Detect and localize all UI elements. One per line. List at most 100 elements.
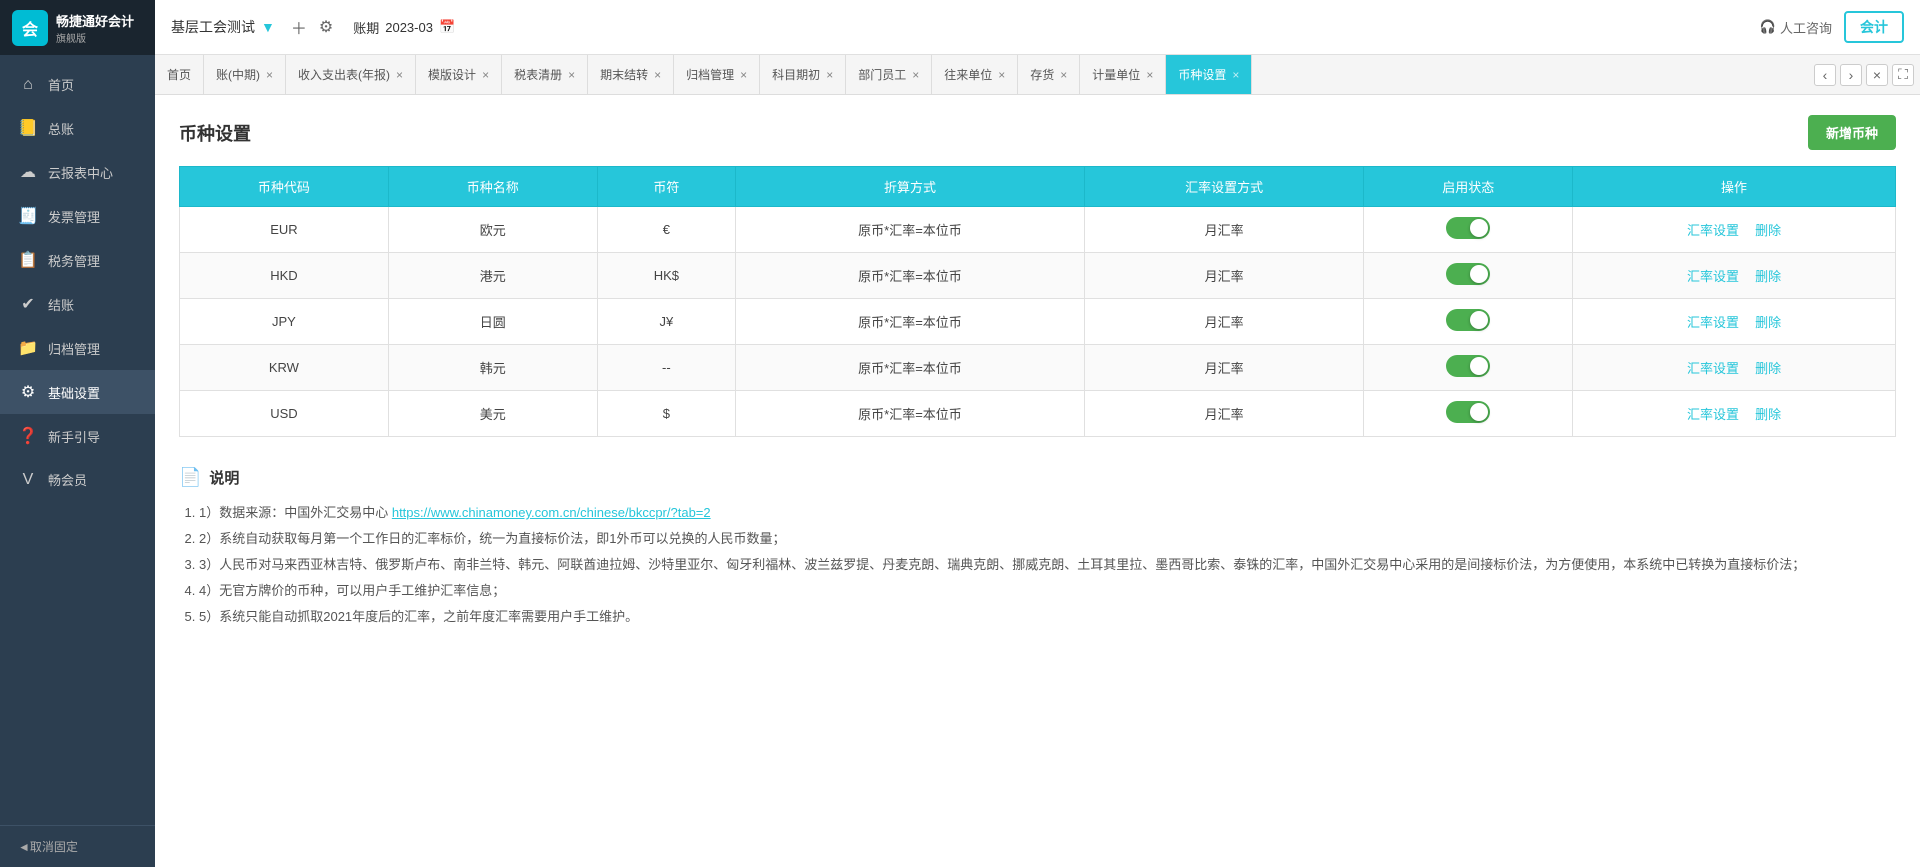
logo-main: 畅捷通好会计 [56, 11, 134, 30]
tab-home[interactable]: 首页 [155, 55, 204, 95]
delete-link-0[interactable]: 删除 [1755, 223, 1781, 238]
tab-label-contacts: 往来单位 [944, 66, 992, 83]
sidebar-item-home[interactable]: ⌂首页 [0, 63, 155, 106]
tab-tax-clearance[interactable]: 税表清册 × [502, 55, 588, 95]
tab-close-dept-staff[interactable]: × [912, 68, 919, 82]
table-cell-1-actions: 汇率设置 删除 [1573, 253, 1896, 299]
rate-settings-link-0[interactable]: 汇率设置 [1687, 223, 1739, 238]
tab-close-all-button[interactable]: × [1866, 64, 1888, 86]
tab-label-currency: 币种设置 [1178, 66, 1226, 83]
toggle-1[interactable] [1446, 263, 1490, 285]
topbar: 基层工会测试 ▼ ＋ ⚙ 账期 2023-03 📅 🎧 人工咨询 会计 [155, 0, 1920, 55]
tab-close-subject-init[interactable]: × [826, 68, 833, 82]
sidebar-item-checkout[interactable]: ✔结账 [0, 282, 155, 326]
tabbar-nav: ‹ › × ⛶ [1808, 64, 1920, 86]
rate-settings-link-3[interactable]: 汇率设置 [1687, 361, 1739, 376]
tab-label-template: 模版设计 [428, 66, 476, 83]
table-cell-1-0: HKD [180, 253, 389, 299]
sidebar-item-invoice[interactable]: 🧾发票管理 [0, 194, 155, 238]
toggle-0[interactable] [1446, 217, 1490, 239]
project-selector[interactable]: 基层工会测试 ▼ [171, 17, 275, 37]
tab-close-interim[interactable]: × [266, 68, 273, 82]
table-cell-4-0: USD [180, 391, 389, 437]
toggle-4[interactable] [1446, 401, 1490, 423]
tab-unit[interactable]: 计量单位 × [1080, 55, 1166, 95]
tab-label-home: 首页 [167, 66, 191, 83]
tab-close-period-end[interactable]: × [654, 68, 661, 82]
sidebar-item-general-ledger[interactable]: 📒总账 [0, 106, 155, 150]
sidebar-item-label-tax: 税务管理 [48, 251, 100, 270]
table-cell-4-3: 原币*汇率=本位币 [736, 391, 1085, 437]
period-label: 账期 [353, 18, 379, 37]
rate-settings-link-1[interactable]: 汇率设置 [1687, 269, 1739, 284]
nav-icon-member: V [18, 471, 38, 489]
tab-label-interim: 账(中期) [216, 66, 260, 83]
tab-label-subject-init: 科目期初 [772, 66, 820, 83]
table-cell-3-0: KRW [180, 345, 389, 391]
settings-icon[interactable]: ⚙ [319, 17, 333, 37]
tab-archive-mgmt[interactable]: 归档管理× [674, 55, 760, 95]
notes-section: 📄 说明 1）数据来源：中国外汇交易中心 https://www.chinamo… [179, 467, 1896, 630]
tab-contacts[interactable]: 往来单位 × [932, 55, 1018, 95]
delete-link-1[interactable]: 删除 [1755, 269, 1781, 284]
tab-prev-button[interactable]: ‹ [1814, 64, 1836, 86]
add-icon[interactable]: ＋ [291, 15, 307, 39]
period-selector[interactable]: 账期 2023-03 📅 [353, 18, 455, 37]
delete-link-3[interactable]: 删除 [1755, 361, 1781, 376]
sidebar-item-reports[interactable]: ☁云报表中心 [0, 150, 155, 194]
tab-period-end[interactable]: 期末结转× [588, 55, 674, 95]
table-cell-2-0: JPY [180, 299, 389, 345]
nav-icon-settings: ⚙ [18, 382, 38, 402]
user-role-button[interactable]: 会计 [1844, 11, 1904, 43]
tab-close-archive-mgmt[interactable]: × [740, 68, 747, 82]
delete-link-2[interactable]: 删除 [1755, 315, 1781, 330]
tab-close-inventory[interactable]: × [1060, 68, 1067, 82]
tab-currency[interactable]: 币种设置 × [1166, 55, 1252, 95]
rate-settings-link-2[interactable]: 汇率设置 [1687, 315, 1739, 330]
sidebar-item-member[interactable]: V畅会员 [0, 458, 155, 501]
tab-inventory[interactable]: 存货× [1018, 55, 1080, 95]
nav-icon-reports: ☁ [18, 162, 38, 182]
tab-income[interactable]: 收入支出表(年报) × [286, 55, 416, 95]
sidebar-item-guide[interactable]: ❓ 新手引导 [0, 414, 155, 458]
tab-template[interactable]: 模版设计 × [416, 55, 502, 95]
sidebar-item-settings[interactable]: ⚙基础设置 [0, 370, 155, 414]
tab-subject-init[interactable]: 科目期初 × [760, 55, 846, 95]
notes-item-3: 3）人民币对马来西亚林吉特、俄罗斯卢布、南非兰特、韩元、阿联酋迪拉姆、沙特里亚尔… [199, 552, 1896, 578]
tab-label-income: 收入支出表(年报) [298, 66, 390, 83]
sidebar-footer[interactable]: ◄取消固定 [0, 825, 155, 867]
tab-close-income[interactable]: × [396, 68, 403, 82]
tab-close-template[interactable]: × [482, 68, 489, 82]
table-cell-0-0: EUR [180, 207, 389, 253]
nav-icon-archive: 📁 [18, 338, 38, 358]
tab-close-tax-clearance[interactable]: × [568, 68, 575, 82]
tab-close-currency[interactable]: × [1232, 68, 1239, 82]
tab-label-unit: 计量单位 [1092, 66, 1140, 83]
table-cell-4-2: $ [597, 391, 735, 437]
tab-next-button[interactable]: › [1840, 64, 1862, 86]
notes-list: 1）数据来源：中国外汇交易中心 https://www.chinamoney.c… [179, 500, 1896, 630]
tab-label-tax-clearance: 税表清册 [514, 66, 562, 83]
new-currency-button[interactable]: 新增币种 [1808, 115, 1896, 150]
sidebar-item-tax[interactable]: 📋税务管理 [0, 238, 155, 282]
tab-interim[interactable]: 账(中期) × [204, 55, 286, 95]
calendar-icon[interactable]: 📅 [439, 19, 455, 35]
sidebar-item-label-guide: 新手引导 [48, 427, 100, 446]
tab-expand-button[interactable]: ⛶ [1892, 64, 1914, 86]
tab-close-unit[interactable]: × [1146, 68, 1153, 82]
table-cell-1-4: 月汇率 [1084, 253, 1363, 299]
nav-icon-guide: ❓ [18, 426, 38, 446]
toggle-3[interactable] [1446, 355, 1490, 377]
china-money-link[interactable]: https://www.chinamoney.com.cn/chinese/bk… [392, 505, 711, 520]
table-cell-4-1: 美元 [388, 391, 597, 437]
delete-link-4[interactable]: 删除 [1755, 407, 1781, 422]
tab-close-contacts[interactable]: × [998, 68, 1005, 82]
table-cell-2-3: 原币*汇率=本位币 [736, 299, 1085, 345]
help-button[interactable]: 🎧 人工咨询 [1760, 18, 1832, 37]
sidebar-item-archive[interactable]: 📁归档管理 [0, 326, 155, 370]
tab-dept-staff[interactable]: 部门员工× [846, 55, 932, 95]
toggle-2[interactable] [1446, 309, 1490, 331]
table-header-3: 折算方式 [736, 167, 1085, 207]
rate-settings-link-4[interactable]: 汇率设置 [1687, 407, 1739, 422]
dropdown-icon[interactable]: ▼ [261, 19, 275, 35]
